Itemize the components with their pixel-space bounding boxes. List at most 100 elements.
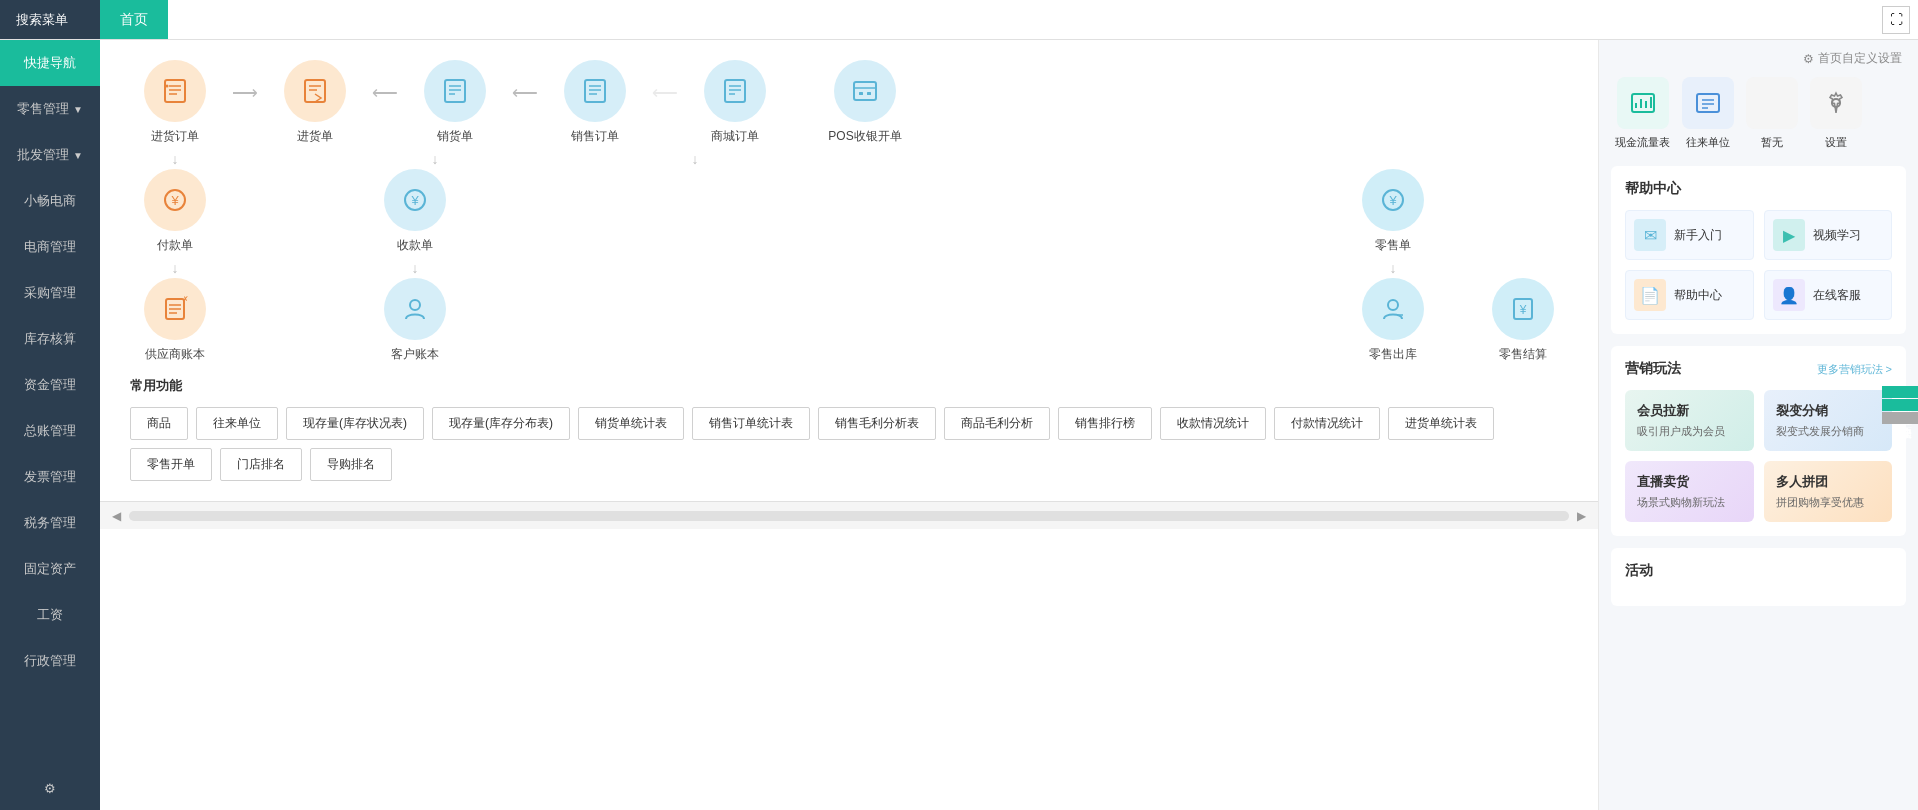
func-btn-goods[interactable]: 商品	[130, 407, 188, 440]
func-btn-partners[interactable]: 往来单位	[196, 407, 278, 440]
func-btn-receipt-stat[interactable]: 收款情况统计	[1160, 407, 1266, 440]
customize-label: 首页自定义设置	[1818, 50, 1902, 67]
func-btn-goods-profit[interactable]: 商品毛利分析	[944, 407, 1050, 440]
live-title: 直播卖货	[1637, 473, 1742, 491]
fullscreen-button[interactable]: ⛶	[1882, 6, 1910, 34]
right-panel: ⚙ 首页自定义设置 现金流量表 往来单位	[1598, 40, 1918, 810]
flow-node-customer-ledger[interactable]: 客户账本	[360, 278, 470, 363]
customize-settings-link[interactable]: ⚙ 首页自定义设置	[1599, 40, 1918, 77]
flow-node-sales[interactable]: 销货单	[400, 60, 510, 145]
sidebar-item-ecom-mgr[interactable]: 电商管理	[0, 224, 100, 270]
flow-v-arrows-row2: ↓ ↓ ↓	[120, 258, 1578, 278]
desktop-shortcut-button[interactable]: 桌面快捷	[1882, 412, 1918, 424]
quick-icon-empty[interactable]: 暂无	[1746, 77, 1798, 150]
flow-node-purchase-order[interactable]: 进货订单	[120, 60, 230, 145]
func-btn-payment-stat[interactable]: 付款情况统计	[1274, 407, 1380, 440]
flow-node-receipt[interactable]: ¥ 收款单	[360, 169, 470, 254]
func-btn-stock-status[interactable]: 现存量(库存状况表)	[286, 407, 424, 440]
flow-node-sales-order[interactable]: 销售订单	[540, 60, 650, 145]
svg-rect-5	[305, 80, 325, 102]
more-marketing-link[interactable]: 更多营销玩法 >	[1817, 362, 1892, 377]
flow-node-retail-settle[interactable]: ¥ 零售结算	[1468, 278, 1578, 363]
scroll-right-button[interactable]: ▶	[1573, 509, 1590, 523]
quick-icon-partner[interactable]: 往来单位	[1682, 77, 1734, 150]
svg-rect-23	[867, 92, 871, 95]
sidebar-item-invoice[interactable]: 发票管理	[0, 454, 100, 500]
sidebar-item-finance[interactable]: 资金管理	[0, 362, 100, 408]
help-grid: ✉ 新手入门 ▶ 视频学习 📄 帮助中心 👤 在线客服	[1625, 210, 1892, 320]
sidebar-item-assets[interactable]: 固定资产	[0, 546, 100, 592]
sidebar-item-ledger[interactable]: 总账管理	[0, 408, 100, 454]
flow-node-purchase-in[interactable]: 进货单	[260, 60, 370, 145]
func-buttons-grid: 商品 往来单位 现存量(库存状况表) 现存量(库存分布表) 销货单统计表 销售订…	[130, 407, 1568, 481]
flow-node-payment[interactable]: ¥ 付款单	[120, 169, 230, 254]
flow-node-retail[interactable]: ¥ 零售单	[1338, 169, 1448, 254]
flow-node-pos[interactable]: POS收银开单	[810, 60, 920, 145]
service-community-button[interactable]: 服务社区	[1882, 399, 1918, 411]
home-tab[interactable]: 首页	[100, 0, 168, 39]
scroll-left-button[interactable]: ◀	[108, 509, 125, 523]
customer-service-button[interactable]: 客服热线	[1882, 386, 1918, 398]
marketing-item-group[interactable]: 多人拼团 拼团购物享受优惠	[1764, 461, 1893, 522]
retail-settle-icon: ¥	[1492, 278, 1554, 340]
payment-icon: ¥	[144, 169, 206, 231]
quick-icon-settings[interactable]: 设置	[1810, 77, 1862, 150]
mall-order-icon	[704, 60, 766, 122]
func-btn-sales-rank[interactable]: 销售排行榜	[1058, 407, 1152, 440]
sidebar-item-ecom[interactable]: 小畅电商	[0, 178, 100, 224]
arrow-po-to-pi: ⟶	[230, 82, 260, 124]
va-receipt: ↓	[360, 258, 470, 278]
partner-icon-box	[1682, 77, 1734, 129]
flow-node-supplier-ledger[interactable]: ✗ 供应商账本	[120, 278, 230, 363]
func-btn-retail-order[interactable]: 零售开单	[130, 448, 212, 481]
func-btn-sales-order-stat[interactable]: 销售订单统计表	[692, 407, 810, 440]
settings-label: 设置	[1825, 135, 1847, 150]
fission-title: 裂变分销	[1776, 402, 1881, 420]
sidebar-item-purchase[interactable]: 采购管理	[0, 270, 100, 316]
sales-icon	[424, 60, 486, 122]
sidebar-item-tax[interactable]: 税务管理	[0, 500, 100, 546]
sidebar-item-inventory[interactable]: 库存核算	[0, 316, 100, 362]
sidebar-item-payroll[interactable]: 工资	[0, 592, 100, 638]
func-btn-guide-rank[interactable]: 导购排名	[310, 448, 392, 481]
supplier-ledger-label: 供应商账本	[145, 346, 205, 363]
flow-node-mall-order[interactable]: 商城订单	[680, 60, 790, 145]
quick-icon-cashflow[interactable]: 现金流量表	[1615, 77, 1670, 150]
sidebar-settings-button[interactable]: ⚙	[0, 767, 100, 810]
sidebar-item-quick-nav[interactable]: 快捷导航	[0, 40, 100, 86]
scroll-row: ◀ ▶	[100, 501, 1598, 529]
marketing-item-live[interactable]: 直播卖货 场景式购物新玩法	[1625, 461, 1754, 522]
help-doc-label: 帮助中心	[1674, 287, 1722, 304]
marketing-item-member[interactable]: 会员拉新 吸引用户成为会员	[1625, 390, 1754, 451]
cashflow-icon-box	[1617, 77, 1669, 129]
va-payment: ↓	[120, 258, 230, 278]
help-item-beginner[interactable]: ✉ 新手入门	[1625, 210, 1754, 260]
receipt-label: 收款单	[397, 237, 433, 254]
func-btn-stock-dist[interactable]: 现存量(库存分布表)	[432, 407, 570, 440]
settings-icon-box	[1810, 77, 1862, 129]
func-btn-purchase-stat[interactable]: 进货单统计表	[1388, 407, 1494, 440]
sidebar-item-admin[interactable]: 行政管理	[0, 638, 100, 684]
sidebar-item-wholesale[interactable]: 批发管理 ▼	[0, 132, 100, 178]
scroll-bar[interactable]	[129, 511, 1569, 521]
help-doc-icon: 📄	[1634, 279, 1666, 311]
func-btn-sales-profit[interactable]: 销售毛利分析表	[818, 407, 936, 440]
empty-label: 暂无	[1761, 135, 1783, 150]
activity-title: 活动	[1625, 562, 1892, 580]
svg-rect-0	[165, 80, 185, 102]
help-item-service[interactable]: 👤 在线客服	[1764, 270, 1893, 320]
marketing-item-fission[interactable]: 裂变分销 裂变式发展分销商	[1764, 390, 1893, 451]
func-btn-sales-stat[interactable]: 销货单统计表	[578, 407, 684, 440]
search-menu-button[interactable]: 搜索菜单	[0, 0, 100, 39]
sidebar-item-retail[interactable]: 零售管理 ▼	[0, 86, 100, 132]
flow-node-retail-out[interactable]: 零售出库	[1338, 278, 1448, 363]
va-retail: ↓	[1338, 258, 1448, 278]
pos-icon	[834, 60, 896, 122]
customer-ledger-icon	[384, 278, 446, 340]
marketing-card: 营销玩法 更多营销玩法 > 会员拉新 吸引用户成为会员 裂变分销 裂变式发展分销…	[1611, 346, 1906, 536]
activity-section: 活动	[1611, 548, 1906, 606]
top-right-actions: ⛶	[1882, 6, 1918, 34]
help-item-help[interactable]: 📄 帮助中心	[1625, 270, 1754, 320]
func-btn-store-rank[interactable]: 门店排名	[220, 448, 302, 481]
help-item-video[interactable]: ▶ 视频学习	[1764, 210, 1893, 260]
